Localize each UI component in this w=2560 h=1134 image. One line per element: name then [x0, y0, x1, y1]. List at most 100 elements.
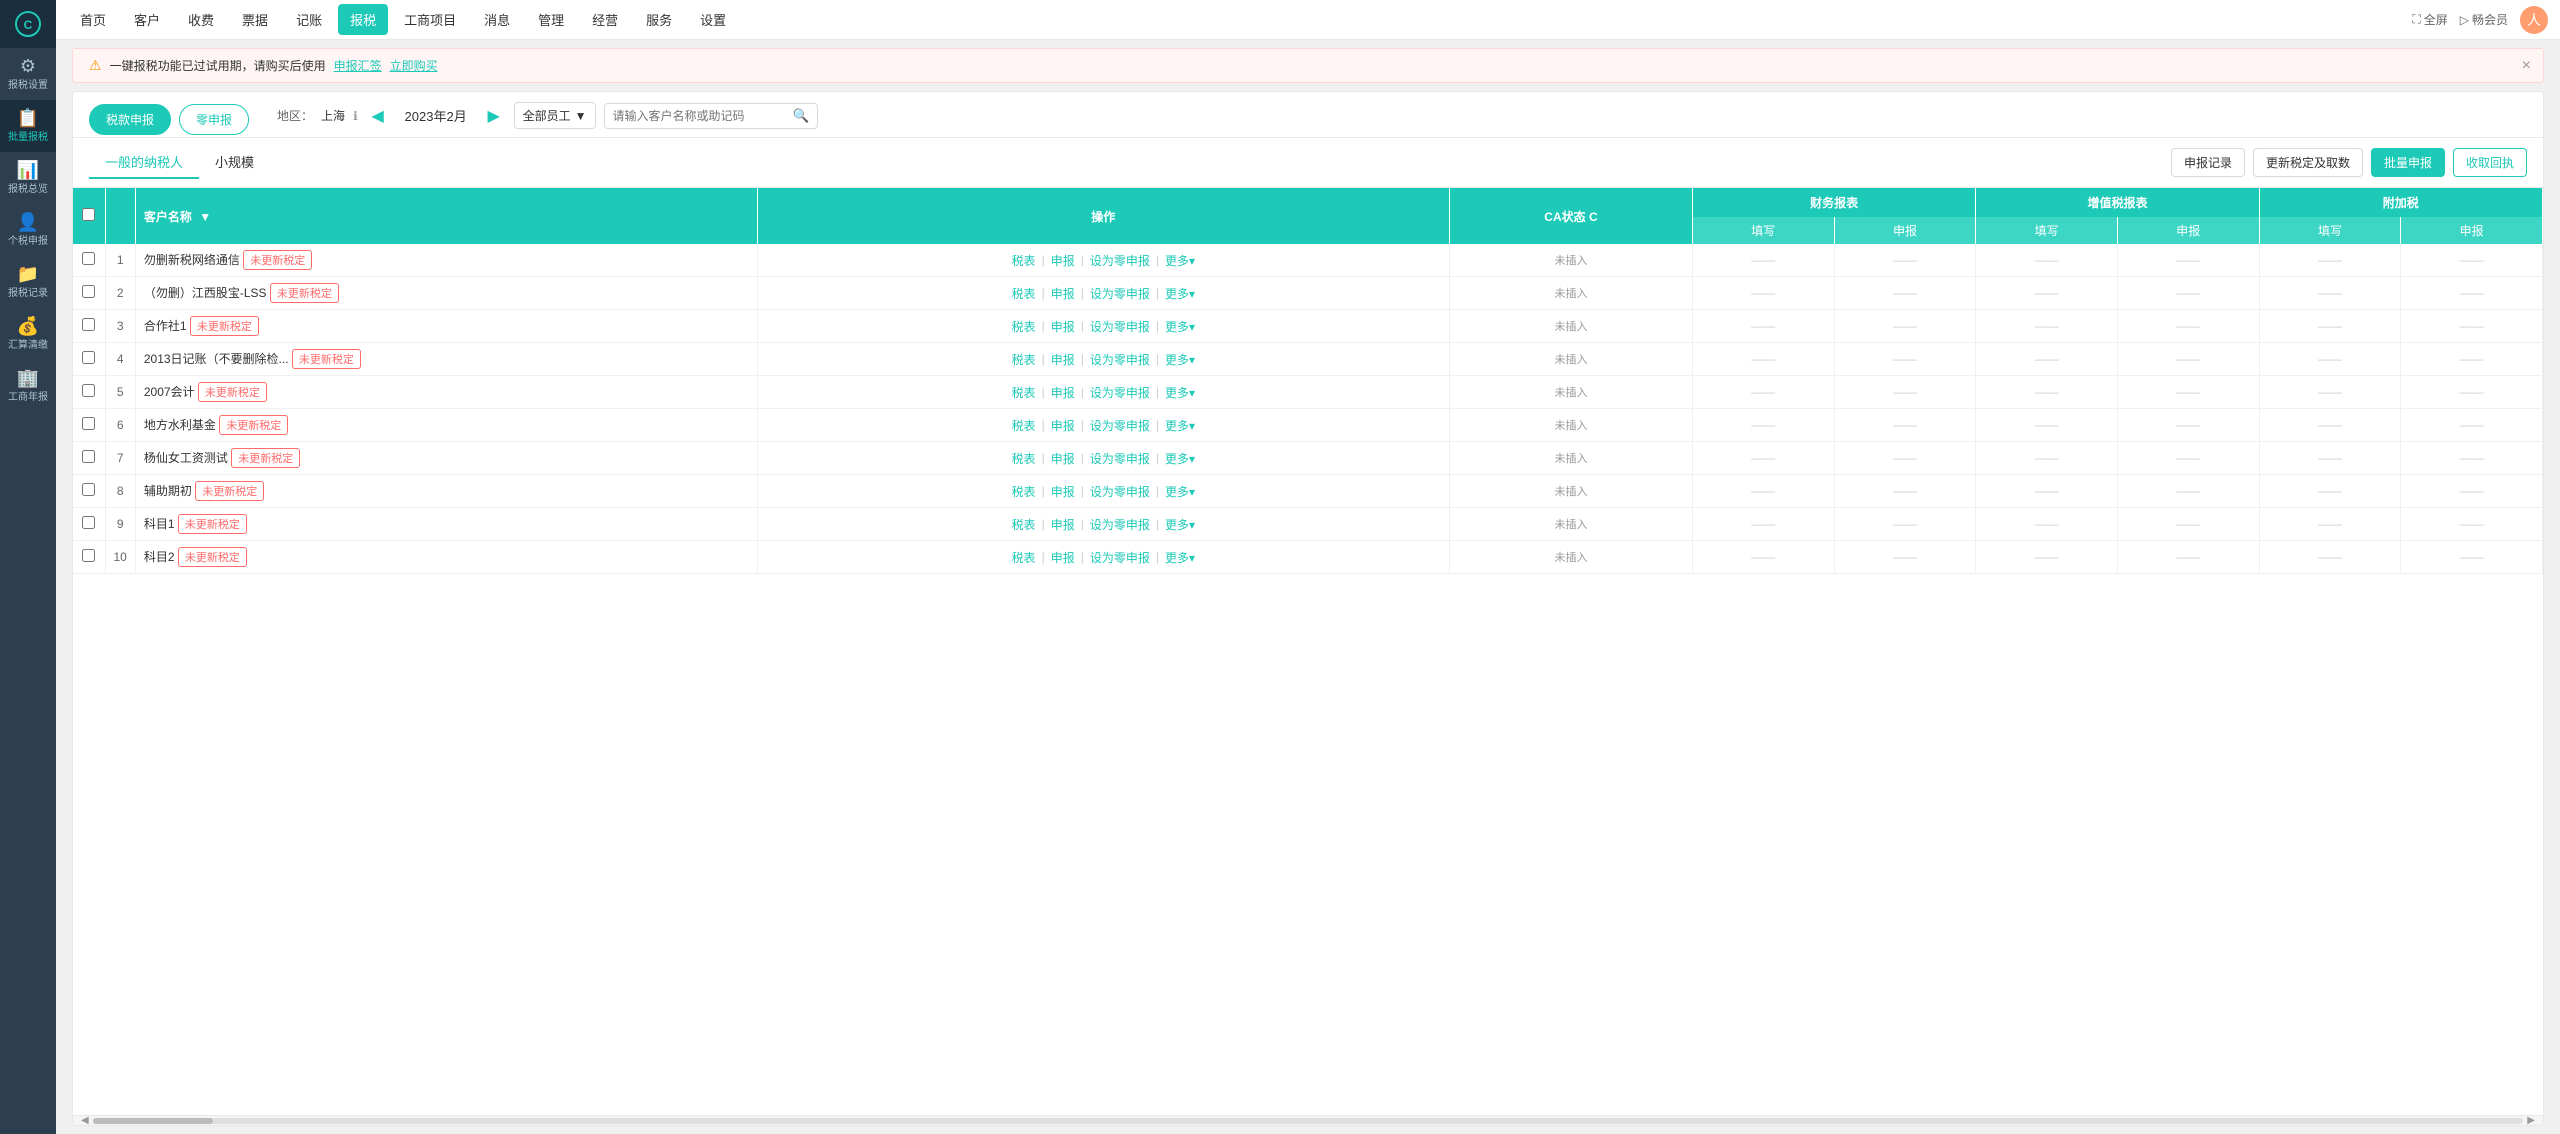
row-checkbox-5[interactable]: [82, 417, 95, 430]
nav-billing[interactable]: 收费: [176, 4, 226, 35]
row-add-dec-2: ——: [2401, 310, 2543, 343]
op-taxform-2[interactable]: 税表: [1012, 318, 1036, 335]
op-more-8[interactable]: 更多▾: [1165, 516, 1195, 533]
op-zero-6[interactable]: 设为零申报: [1090, 450, 1150, 467]
update-deduct-button[interactable]: 更新税定及取数: [2253, 148, 2363, 177]
fullscreen-btn[interactable]: ⛶ 全屏: [2412, 11, 2447, 28]
search-input[interactable]: [605, 105, 785, 127]
op-zero-0[interactable]: 设为零申报: [1090, 252, 1150, 269]
next-month-button[interactable]: ▶: [482, 104, 506, 128]
nav-service[interactable]: 服务: [634, 4, 684, 35]
batch-declare-button[interactable]: 批量申报: [2371, 148, 2445, 177]
row-checkbox-0[interactable]: [82, 252, 95, 265]
staff-filter-select[interactable]: 全部员工 ▼: [514, 102, 596, 129]
op-taxform-6[interactable]: 税表: [1012, 450, 1036, 467]
nav-tax[interactable]: 报税: [338, 4, 388, 35]
buy-now-link[interactable]: 立即购买: [390, 57, 438, 74]
op-taxform-8[interactable]: 税表: [1012, 516, 1036, 533]
search-button[interactable]: 🔍: [785, 104, 818, 128]
nav-home[interactable]: 首页: [68, 4, 118, 35]
th-vat-dec: 申报: [2117, 217, 2259, 244]
op-taxform-3[interactable]: 税表: [1012, 351, 1036, 368]
op-more-1[interactable]: 更多▾: [1165, 285, 1195, 302]
op-taxform-9[interactable]: 税表: [1012, 549, 1036, 566]
sidebar-item-tax-record[interactable]: 📁 报税记录: [0, 256, 56, 308]
op-more-7[interactable]: 更多▾: [1165, 483, 1195, 500]
declare-signature-link[interactable]: 申报汇签: [334, 57, 382, 74]
scroll-left-arrow[interactable]: ◀: [77, 1115, 93, 1126]
scroll-right-arrow[interactable]: ▶: [2523, 1115, 2539, 1126]
row-checkbox-6[interactable]: [82, 450, 95, 463]
row-ops-5: 税表 | 申报 | 设为零申报 | 更多▾: [757, 409, 1449, 442]
nav-business[interactable]: 工商项目: [392, 4, 468, 35]
status-badge-3: 未更新税定: [292, 349, 361, 369]
nav-accounting[interactable]: 记账: [284, 4, 334, 35]
op-declare-7[interactable]: 申报: [1051, 483, 1075, 500]
sidebar-item-personal-tax[interactable]: 👤 个税申报: [0, 204, 56, 256]
subtab-small-scale[interactable]: 小规模: [199, 146, 270, 179]
op-zero-7[interactable]: 设为零申报: [1090, 483, 1150, 500]
row-checkbox-1[interactable]: [82, 285, 95, 298]
op-declare-1[interactable]: 申报: [1051, 285, 1075, 302]
op-taxform-7[interactable]: 税表: [1012, 483, 1036, 500]
row-ops-1: 税表 | 申报 | 设为零申报 | 更多▾: [757, 277, 1449, 310]
sidebar-item-business-report[interactable]: 🏢 工商年报: [0, 360, 56, 412]
op-declare-3[interactable]: 申报: [1051, 351, 1075, 368]
op-taxform-4[interactable]: 税表: [1012, 384, 1036, 401]
nav-operation[interactable]: 经营: [580, 4, 630, 35]
op-taxform-5[interactable]: 税表: [1012, 417, 1036, 434]
op-zero-2[interactable]: 设为零申报: [1090, 318, 1150, 335]
prev-month-button[interactable]: ◀: [366, 104, 390, 128]
op-more-3[interactable]: 更多▾: [1165, 351, 1195, 368]
nav-settings[interactable]: 设置: [688, 4, 738, 35]
select-all-checkbox[interactable]: [82, 208, 95, 221]
nav-message[interactable]: 消息: [472, 4, 522, 35]
op-zero-4[interactable]: 设为零申报: [1090, 384, 1150, 401]
op-declare-2[interactable]: 申报: [1051, 318, 1075, 335]
op-declare-8[interactable]: 申报: [1051, 516, 1075, 533]
tab-zero-declaration[interactable]: 零申报: [179, 104, 249, 135]
banner-close-button[interactable]: ×: [2522, 57, 2531, 75]
sidebar-item-batch-tax[interactable]: 📋 批量报税: [0, 100, 56, 152]
avatar[interactable]: 人: [2520, 6, 2548, 34]
row-checkbox-7[interactable]: [82, 483, 95, 496]
sidebar-item-tax-overview[interactable]: 📊 报税总览: [0, 152, 56, 204]
op-declare-0[interactable]: 申报: [1051, 252, 1075, 269]
info-icon[interactable]: ℹ: [353, 109, 358, 123]
horizontal-scrollbar[interactable]: ◀ ▶: [73, 1115, 2543, 1125]
nav-manage[interactable]: 管理: [526, 4, 576, 35]
op-declare-6[interactable]: 申报: [1051, 450, 1075, 467]
op-more-2[interactable]: 更多▾: [1165, 318, 1195, 335]
subtab-general-taxpayer[interactable]: 一般的纳税人: [89, 146, 199, 179]
op-zero-8[interactable]: 设为零申报: [1090, 516, 1150, 533]
row-checkbox-3[interactable]: [82, 351, 95, 364]
vip-btn[interactable]: ▷ 畅会员: [2460, 11, 2508, 28]
op-declare-5[interactable]: 申报: [1051, 417, 1075, 434]
op-zero-9[interactable]: 设为零申报: [1090, 549, 1150, 566]
nav-client[interactable]: 客户: [122, 4, 172, 35]
op-declare-9[interactable]: 申报: [1051, 549, 1075, 566]
row-add-dec-9: ——: [2401, 541, 2543, 574]
op-more-4[interactable]: 更多▾: [1165, 384, 1195, 401]
row-checkbox-2[interactable]: [82, 318, 95, 331]
op-taxform-1[interactable]: 税表: [1012, 285, 1036, 302]
op-more-0[interactable]: 更多▾: [1165, 252, 1195, 269]
row-checkbox-4[interactable]: [82, 384, 95, 397]
op-zero-1[interactable]: 设为零申报: [1090, 285, 1150, 302]
op-declare-4[interactable]: 申报: [1051, 384, 1075, 401]
sort-icon[interactable]: ▼: [199, 210, 211, 224]
op-zero-5[interactable]: 设为零申报: [1090, 417, 1150, 434]
sidebar-item-settlement[interactable]: 💰 汇算清缴: [0, 308, 56, 360]
row-checkbox-8[interactable]: [82, 516, 95, 529]
op-more-9[interactable]: 更多▾: [1165, 549, 1195, 566]
collect-return-button[interactable]: 收取回执: [2453, 148, 2527, 177]
op-more-5[interactable]: 更多▾: [1165, 417, 1195, 434]
op-zero-3[interactable]: 设为零申报: [1090, 351, 1150, 368]
nav-invoice[interactable]: 票据: [230, 4, 280, 35]
tab-tax-declaration[interactable]: 税款申报: [89, 104, 171, 135]
sidebar-item-tax-settings[interactable]: ⚙ 报税设置: [0, 48, 56, 100]
op-taxform-0[interactable]: 税表: [1012, 252, 1036, 269]
row-checkbox-9[interactable]: [82, 549, 95, 562]
declare-record-button[interactable]: 申报记录: [2171, 148, 2245, 177]
op-more-6[interactable]: 更多▾: [1165, 450, 1195, 467]
